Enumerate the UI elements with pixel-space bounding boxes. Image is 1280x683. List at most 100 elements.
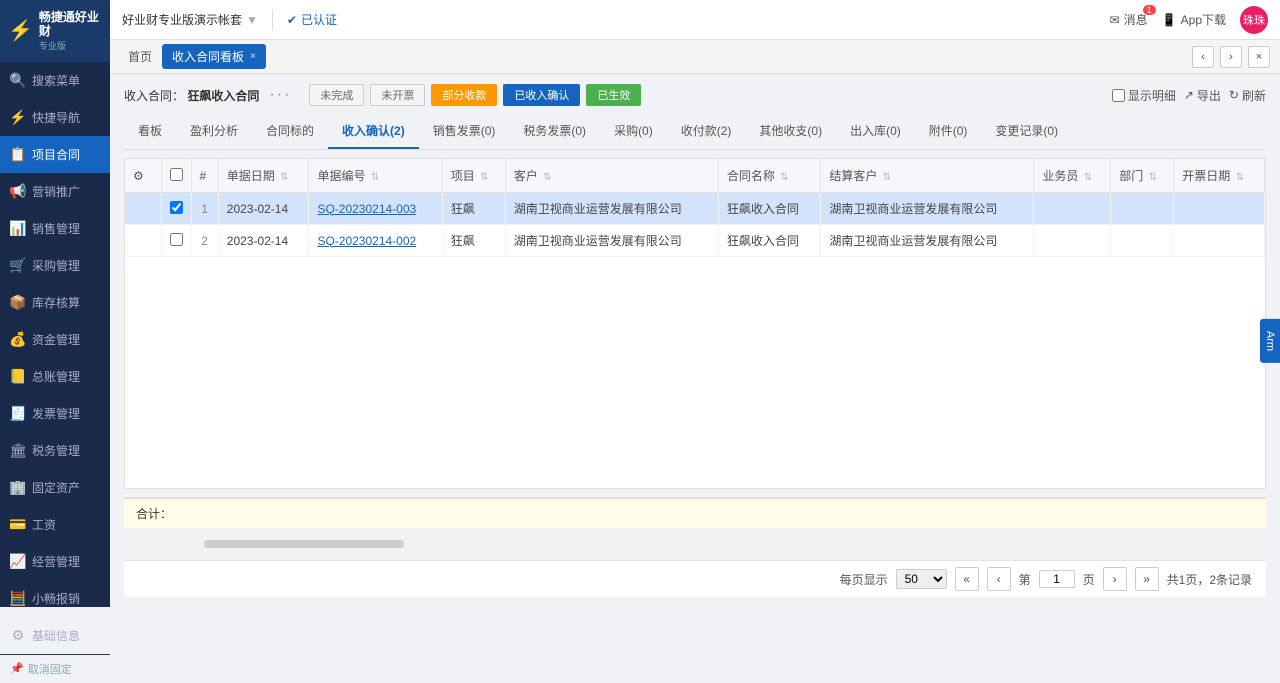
scrollbar-thumb[interactable] bbox=[204, 540, 404, 548]
next-page-btn[interactable]: › bbox=[1103, 567, 1127, 591]
col-dept[interactable]: 部门 ⇅ bbox=[1111, 159, 1174, 193]
row-code-link[interactable]: SQ-20230214-002 bbox=[317, 234, 416, 248]
tab-6[interactable]: 采购(0) bbox=[600, 114, 667, 149]
sidebar-icon-3: 📢 bbox=[10, 183, 26, 199]
close-tab-icon[interactable]: × bbox=[250, 51, 256, 62]
right-panel-label: Arm bbox=[1264, 330, 1276, 350]
last-page-btn[interactable]: » bbox=[1135, 567, 1159, 591]
sidebar-item-11[interactable]: 🏢固定资产 bbox=[0, 469, 110, 506]
table-footer: 合计： bbox=[124, 497, 1266, 528]
sidebar-unpin[interactable]: 📌 取消固定 bbox=[0, 654, 110, 683]
row-settle-customer: 湖南卫视商业运营发展有限公司 bbox=[821, 193, 1034, 225]
per-page-label: 每页显示 bbox=[840, 571, 888, 588]
tab-8[interactable]: 其他收支(0) bbox=[745, 114, 836, 149]
sidebar-item-2[interactable]: 📋项目合同 bbox=[0, 136, 110, 173]
row-checkbox[interactable] bbox=[161, 225, 191, 257]
tab-7[interactable]: 收付款(2) bbox=[667, 114, 746, 149]
row-date: 2023-02-14 bbox=[218, 225, 309, 257]
first-page-btn[interactable]: « bbox=[955, 567, 979, 591]
sidebar-item-13[interactable]: 📈经营管理 bbox=[0, 543, 110, 580]
row-checkbox[interactable] bbox=[161, 193, 191, 225]
status-btn-1[interactable]: 未开票 bbox=[370, 84, 425, 106]
tab-2[interactable]: 合同标的 bbox=[252, 114, 328, 149]
app-download-btn[interactable]: 📱 App下载 bbox=[1162, 11, 1226, 28]
row-check-input[interactable] bbox=[170, 201, 183, 214]
app-sub: 专业版 bbox=[39, 39, 102, 52]
sidebar-item-0[interactable]: 🔍搜索菜单 bbox=[0, 62, 110, 99]
sidebar-item-12[interactable]: 💳工资 bbox=[0, 506, 110, 543]
show-detail-input[interactable] bbox=[1112, 89, 1125, 102]
sidebar-label-13: 经营管理 bbox=[32, 553, 80, 570]
user-avatar-btn[interactable]: 珠珠 bbox=[1240, 6, 1268, 34]
prev-page-btn[interactable]: ‹ bbox=[987, 567, 1011, 591]
per-page-select[interactable]: 50 100 200 bbox=[896, 569, 947, 589]
table-row[interactable]: 2 2023-02-14 SQ-20230214-002 狂飙 湖南卫视商业运营… bbox=[125, 225, 1265, 257]
settings-icon[interactable]: ⚙ bbox=[133, 169, 144, 183]
certified-label: 已认证 bbox=[301, 11, 337, 28]
sidebar-label-11: 固定资产 bbox=[32, 479, 80, 496]
sidebar-icon-12: 💳 bbox=[10, 516, 26, 532]
status-btn-2[interactable]: 部分收款 bbox=[431, 84, 497, 106]
tab-4[interactable]: 销售发票(0) bbox=[419, 114, 510, 149]
col-project[interactable]: 项目 ⇅ bbox=[442, 159, 505, 193]
sidebar-item-4[interactable]: 📊销售管理 bbox=[0, 210, 110, 247]
tab-1[interactable]: 盈利分析 bbox=[176, 114, 252, 149]
sidebar-item-9[interactable]: 🧾发票管理 bbox=[0, 395, 110, 432]
refresh-btn[interactable]: ↻ 刷新 bbox=[1229, 87, 1266, 104]
sidebar-item-15[interactable]: ⚙基础信息 bbox=[0, 617, 110, 654]
col-salesman[interactable]: 业务员 ⇅ bbox=[1034, 159, 1111, 193]
horizontal-scrollbar[interactable] bbox=[124, 540, 1266, 548]
message-btn[interactable]: ✉ 消息 1 bbox=[1110, 11, 1148, 28]
row-code[interactable]: SQ-20230214-003 bbox=[309, 193, 442, 225]
table-row[interactable]: 1 2023-02-14 SQ-20230214-003 狂飙 湖南卫视商业运营… bbox=[125, 193, 1265, 225]
sidebar-item-1[interactable]: ⚡快捷导航 bbox=[0, 99, 110, 136]
sidebar-icon-8: 📒 bbox=[10, 368, 26, 384]
row-code[interactable]: SQ-20230214-002 bbox=[309, 225, 442, 257]
right-panel-btn[interactable]: Arm bbox=[1260, 318, 1280, 362]
tab-5[interactable]: 税务发票(0) bbox=[509, 114, 600, 149]
row-salesman bbox=[1034, 193, 1111, 225]
sidebar-item-8[interactable]: 📒总账管理 bbox=[0, 358, 110, 395]
sidebar-item-10[interactable]: 🏛税务管理 bbox=[0, 432, 110, 469]
export-btn[interactable]: ↗ 导出 bbox=[1184, 87, 1221, 104]
more-options-btn[interactable]: ··· bbox=[269, 86, 291, 104]
logo-icon: ⚡ bbox=[8, 18, 33, 43]
col-settle-customer[interactable]: 结算客户 ⇅ bbox=[821, 159, 1034, 193]
sidebar-item-7[interactable]: 💰资金管理 bbox=[0, 321, 110, 358]
unpin-label: 取消固定 bbox=[28, 661, 72, 677]
status-btn-0[interactable]: 未完成 bbox=[309, 84, 364, 106]
tab-0[interactable]: 看板 bbox=[124, 114, 176, 149]
col-contract[interactable]: 合同名称 ⇅ bbox=[718, 159, 821, 193]
sidebar-label-2: 项目合同 bbox=[32, 146, 80, 163]
sidebar-item-6[interactable]: 📦库存核算 bbox=[0, 284, 110, 321]
sidebar-item-3[interactable]: 📢营销推广 bbox=[0, 173, 110, 210]
current-page-input[interactable] bbox=[1039, 570, 1075, 588]
col-invoice-date[interactable]: 开票日期 ⇅ bbox=[1174, 159, 1265, 193]
tab-10[interactable]: 附件(0) bbox=[915, 114, 982, 149]
active-tab[interactable]: 收入合同看板 × bbox=[162, 44, 266, 69]
col-customer[interactable]: 客户 ⇅ bbox=[505, 159, 718, 193]
contract-prefix: 收入合同： bbox=[124, 89, 184, 103]
company-selector[interactable]: 好业财专业版演示帐套 ▼ bbox=[122, 11, 258, 28]
row-code-link[interactable]: SQ-20230214-003 bbox=[317, 202, 416, 216]
tab-9[interactable]: 出入库(0) bbox=[836, 114, 915, 149]
nav-next-btn[interactable]: › bbox=[1220, 46, 1242, 68]
settings-col[interactable]: ⚙ bbox=[125, 159, 161, 193]
row-salesman bbox=[1034, 225, 1111, 257]
tab-3[interactable]: 收入确认(2) bbox=[328, 114, 419, 149]
show-detail-checkbox[interactable]: 显示明细 bbox=[1112, 87, 1176, 104]
home-tab[interactable]: 首页 bbox=[120, 48, 160, 65]
row-check-input[interactable] bbox=[170, 233, 183, 246]
col-date[interactable]: 单据日期 ⇅ bbox=[218, 159, 309, 193]
nav-prev-btn[interactable]: ‹ bbox=[1192, 46, 1214, 68]
select-all-checkbox[interactable] bbox=[170, 168, 183, 181]
checkbox-col[interactable] bbox=[161, 159, 191, 193]
status-btn-3[interactable]: 已收入确认 bbox=[503, 84, 580, 106]
sidebar-item-14[interactable]: 🧮小畅报销 bbox=[0, 580, 110, 617]
sidebar-item-5[interactable]: 🛒采购管理 bbox=[0, 247, 110, 284]
data-table-container[interactable]: ⚙ # 单据日期 ⇅ 单据编号 ⇅ 项目 ⇅ 客户 ⇅ 合同名称 ⇅ 结算客户 … bbox=[124, 158, 1266, 489]
nav-close-btn[interactable]: × bbox=[1248, 46, 1270, 68]
tab-11[interactable]: 变更记录(0) bbox=[981, 114, 1072, 149]
status-btn-4[interactable]: 已生效 bbox=[586, 84, 641, 106]
col-code[interactable]: 单据编号 ⇅ bbox=[309, 159, 442, 193]
